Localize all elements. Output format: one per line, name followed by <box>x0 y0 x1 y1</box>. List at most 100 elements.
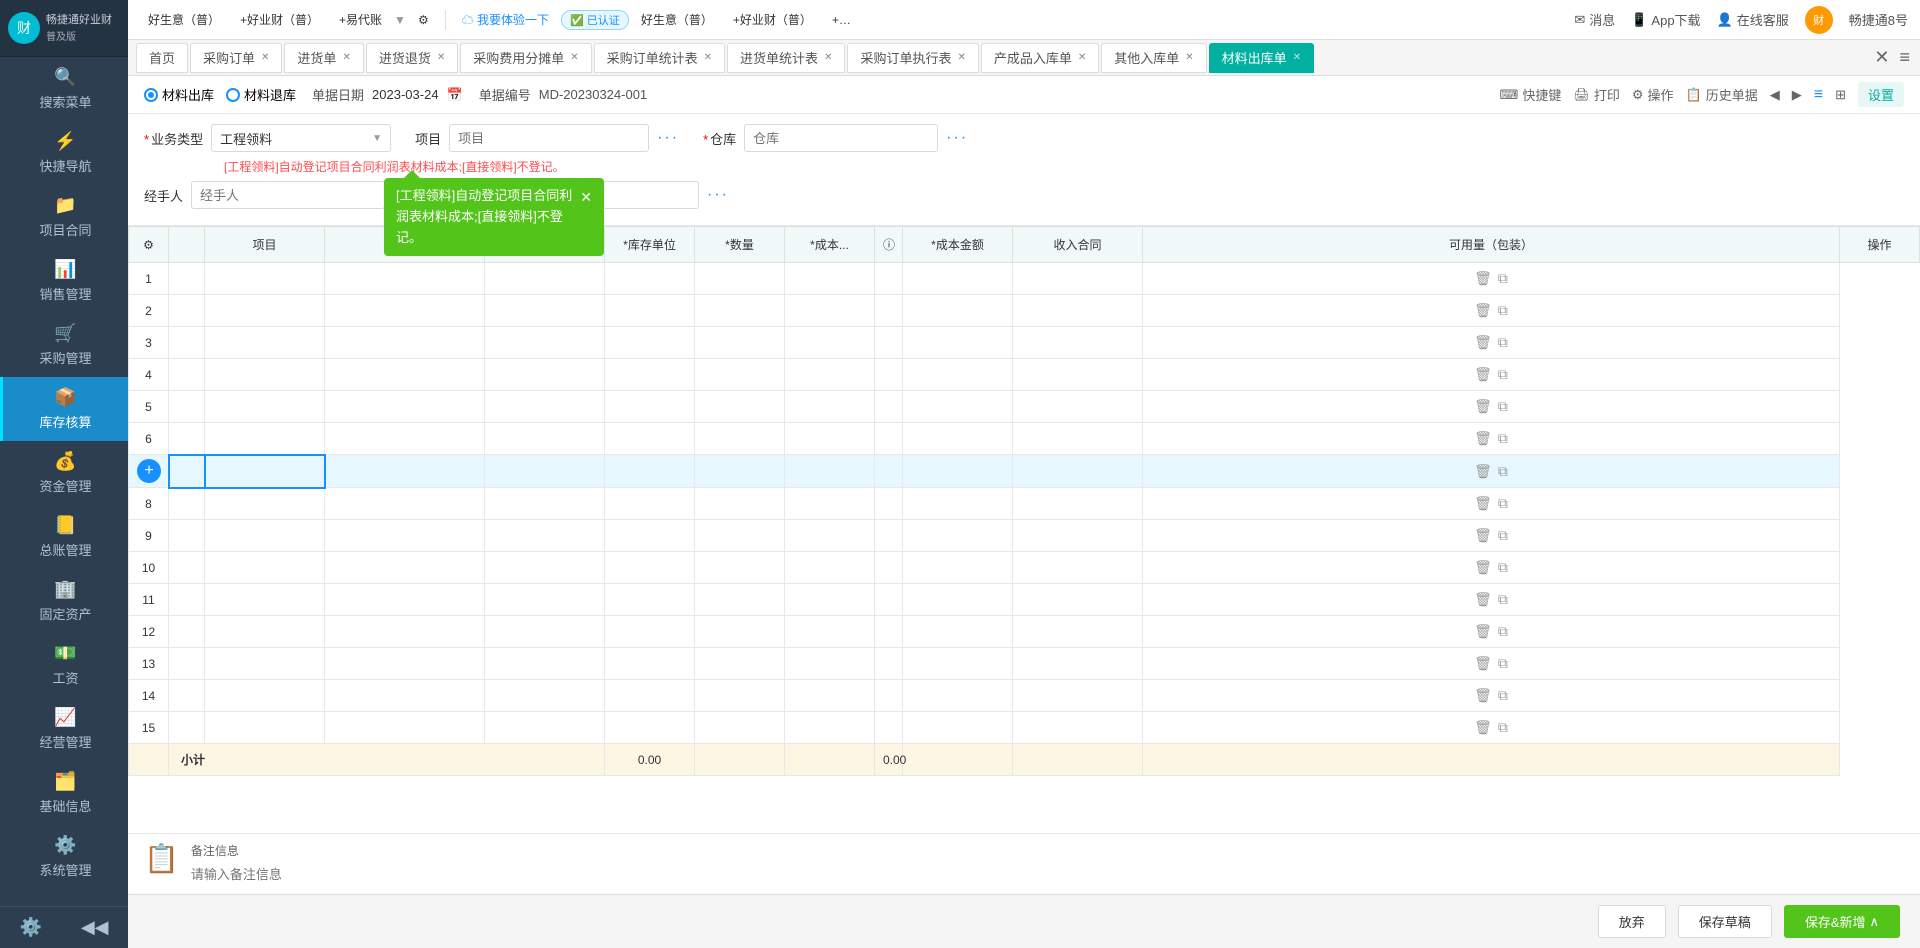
row-3-delete[interactable]: 🗑 <box>1474 334 1492 351</box>
topbar-nav-settings[interactable]: ⚙ <box>410 9 437 31</box>
th-gear[interactable]: ⚙ <box>129 227 169 263</box>
sidebar-item-projects[interactable]: 📁 项目合同 <box>0 185 128 249</box>
row-14-copy[interactable]: ⧉ <box>1498 687 1508 704</box>
ops-btn[interactable]: ⚙ 操作 <box>1632 85 1674 104</box>
row-12-copy[interactable]: ⧉ <box>1498 623 1508 640</box>
row-7-delete[interactable]: 🗑 <box>1474 463 1492 480</box>
row-2-cost-amount[interactable] <box>875 295 903 327</box>
row-1-cost[interactable] <box>695 263 785 295</box>
tab-material-out-close[interactable]: ✕ <box>1293 52 1301 63</box>
tab-purchase-order[interactable]: 采购订单 ✕ <box>190 43 282 73</box>
topbar-nav-yidaizhang[interactable]: +易代账 <box>331 7 390 32</box>
row-13-delete[interactable]: 🗑 <box>1474 655 1492 672</box>
row-7-copy[interactable]: ⧉ <box>1498 463 1508 480</box>
row-15-delete[interactable]: 🗑 <box>1474 719 1492 736</box>
row-10-delete[interactable]: 🗑 <box>1474 559 1492 576</box>
row-2-income-contract[interactable] <box>903 295 1013 327</box>
tab-purchase-expense-close[interactable]: ✕ <box>570 52 578 63</box>
warehouse-input[interactable] <box>744 124 938 152</box>
sidebar-item-basic[interactable]: 🗂️ 基础信息 <box>0 761 128 825</box>
sidebar-item-inventory[interactable]: 📦 库存核算 <box>0 377 128 441</box>
row-2-project[interactable] <box>169 295 205 327</box>
sidebar-item-search[interactable]: 🔍 搜索菜单 <box>0 57 128 121</box>
row-14-delete[interactable]: 🗑 <box>1474 687 1492 704</box>
row-8-copy[interactable]: ⧉ <box>1498 495 1508 512</box>
sidebar-item-purchase[interactable]: 🛒 采购管理 <box>0 313 128 377</box>
tab-product-in-close[interactable]: ✕ <box>1078 52 1086 63</box>
row-1-delete[interactable]: 🗑 <box>1474 270 1492 287</box>
row-4-copy[interactable]: ⧉ <box>1498 366 1508 383</box>
radio-material-return[interactable]: 材料退库 <box>226 85 296 104</box>
topbar-nav-haoyecai[interactable]: +好业财（普） <box>232 7 327 32</box>
row-2-qty[interactable] <box>605 295 695 327</box>
tab-goods-return-close[interactable]: ✕ <box>437 52 445 63</box>
tab-goods-return[interactable]: 进货退货 ✕ <box>366 43 458 73</box>
row-2-delete[interactable]: 🗑 <box>1474 302 1492 319</box>
row-13-copy[interactable]: ⧉ <box>1498 655 1508 672</box>
tab-purchase-exec-close[interactable]: ✕ <box>957 52 965 63</box>
nav-prev[interactable]: ◀ <box>1770 87 1780 103</box>
topbar-haoshengyi2[interactable]: 好生意（普） <box>633 7 721 32</box>
business-type-select[interactable]: 工程领料 ▼ <box>211 124 391 152</box>
radio-material-out[interactable]: 材料出库 <box>144 85 214 104</box>
handler-input[interactable] <box>191 181 385 209</box>
income-contract-dots[interactable]: ··· <box>707 186 729 204</box>
row-1-income-contract[interactable] <box>903 263 1013 295</box>
abandon-button[interactable]: 放弃 <box>1598 905 1666 938</box>
row-9-copy[interactable]: ⧉ <box>1498 527 1508 544</box>
view-grid[interactable]: ⊞ <box>1835 87 1846 103</box>
row-8-delete[interactable]: 🗑 <box>1474 495 1492 512</box>
sidebar-item-operations[interactable]: 📈 经营管理 <box>0 697 128 761</box>
sidebar-item-accounting[interactable]: 📒 总账管理 <box>0 505 128 569</box>
topbar-nav-haoshengyi[interactable]: 好生意（普） <box>140 7 228 32</box>
row-10-copy[interactable]: ⧉ <box>1498 559 1508 576</box>
tab-material-out[interactable]: 材料出库单 ✕ <box>1209 43 1314 73</box>
online-service-button[interactable]: 👤 在线客服 <box>1717 10 1789 29</box>
sidebar-item-payroll[interactable]: 💵 工资 <box>0 633 128 697</box>
row-12-delete[interactable]: 🗑 <box>1474 623 1492 640</box>
tab-home[interactable]: 首页 <box>136 43 188 73</box>
tab-purchase-order-close[interactable]: ✕ <box>261 52 269 63</box>
row-9-delete[interactable]: 🗑 <box>1474 527 1492 544</box>
tab-purchase-stats-close[interactable]: ✕ <box>704 52 712 63</box>
row-5-copy[interactable]: ⧉ <box>1498 398 1508 415</box>
save-draft-button[interactable]: 保存草稿 <box>1678 905 1772 938</box>
row-5-delete[interactable]: 🗑 <box>1474 398 1492 415</box>
user-avatar[interactable]: 财 <box>1805 6 1833 34</box>
row-1-material[interactable] <box>205 263 325 295</box>
collapse-icon[interactable]: ◀◀ <box>81 917 109 938</box>
sidebar-item-assets[interactable]: 🏢 固定资产 <box>0 569 128 633</box>
view-list[interactable]: ≡ <box>1814 86 1823 104</box>
row-6-copy[interactable]: ⧉ <box>1498 430 1508 447</box>
tab-goods-stats-close[interactable]: ✕ <box>824 52 832 63</box>
row-2-material[interactable] <box>205 295 325 327</box>
history-btn[interactable]: 📋 历史单据 <box>1686 85 1758 104</box>
row-3-copy[interactable]: ⧉ <box>1498 334 1508 351</box>
row-1-unit[interactable] <box>485 263 605 295</box>
save-new-button[interactable]: 保存&新增 ∧ <box>1784 905 1900 938</box>
tab-purchase-exec[interactable]: 采购订单执行表 ✕ <box>847 43 978 73</box>
row-1-spec[interactable] <box>325 263 485 295</box>
tab-goods-in[interactable]: 进货单 ✕ <box>284 43 363 73</box>
row-2-copy[interactable]: ⧉ <box>1498 302 1508 319</box>
settings-btn[interactable]: 设置 <box>1858 82 1904 107</box>
row-4-delete[interactable]: 🗑 <box>1474 366 1492 383</box>
notes-input[interactable] <box>191 863 1904 886</box>
row-2-spec[interactable] <box>325 295 485 327</box>
topbar-trial[interactable]: ☁ 我要体验一下 <box>454 7 557 32</box>
topbar-haoyecai2[interactable]: +好业财（普） <box>725 7 820 32</box>
project-input[interactable] <box>449 124 649 152</box>
row-2-available[interactable] <box>1013 295 1143 327</box>
row-1-qty[interactable] <box>605 263 695 295</box>
print-btn[interactable]: 🖨 打印 <box>1573 85 1620 104</box>
tooltip-close-btn[interactable]: ✕ <box>580 186 592 208</box>
row-11-copy[interactable]: ⧉ <box>1498 591 1508 608</box>
row-1-project[interactable] <box>169 263 205 295</box>
row-1-cost-amount[interactable] <box>875 263 903 295</box>
tab-product-in[interactable]: 产成品入库单 ✕ <box>981 43 1099 73</box>
nav-next[interactable]: ▶ <box>1792 87 1802 103</box>
row-2-unit[interactable] <box>485 295 605 327</box>
tab-purchase-expense[interactable]: 采购费用分摊单 ✕ <box>460 43 591 73</box>
app-download-button[interactable]: 📱 App下载 <box>1631 10 1700 29</box>
row-1-copy[interactable]: ⧉ <box>1498 270 1508 287</box>
